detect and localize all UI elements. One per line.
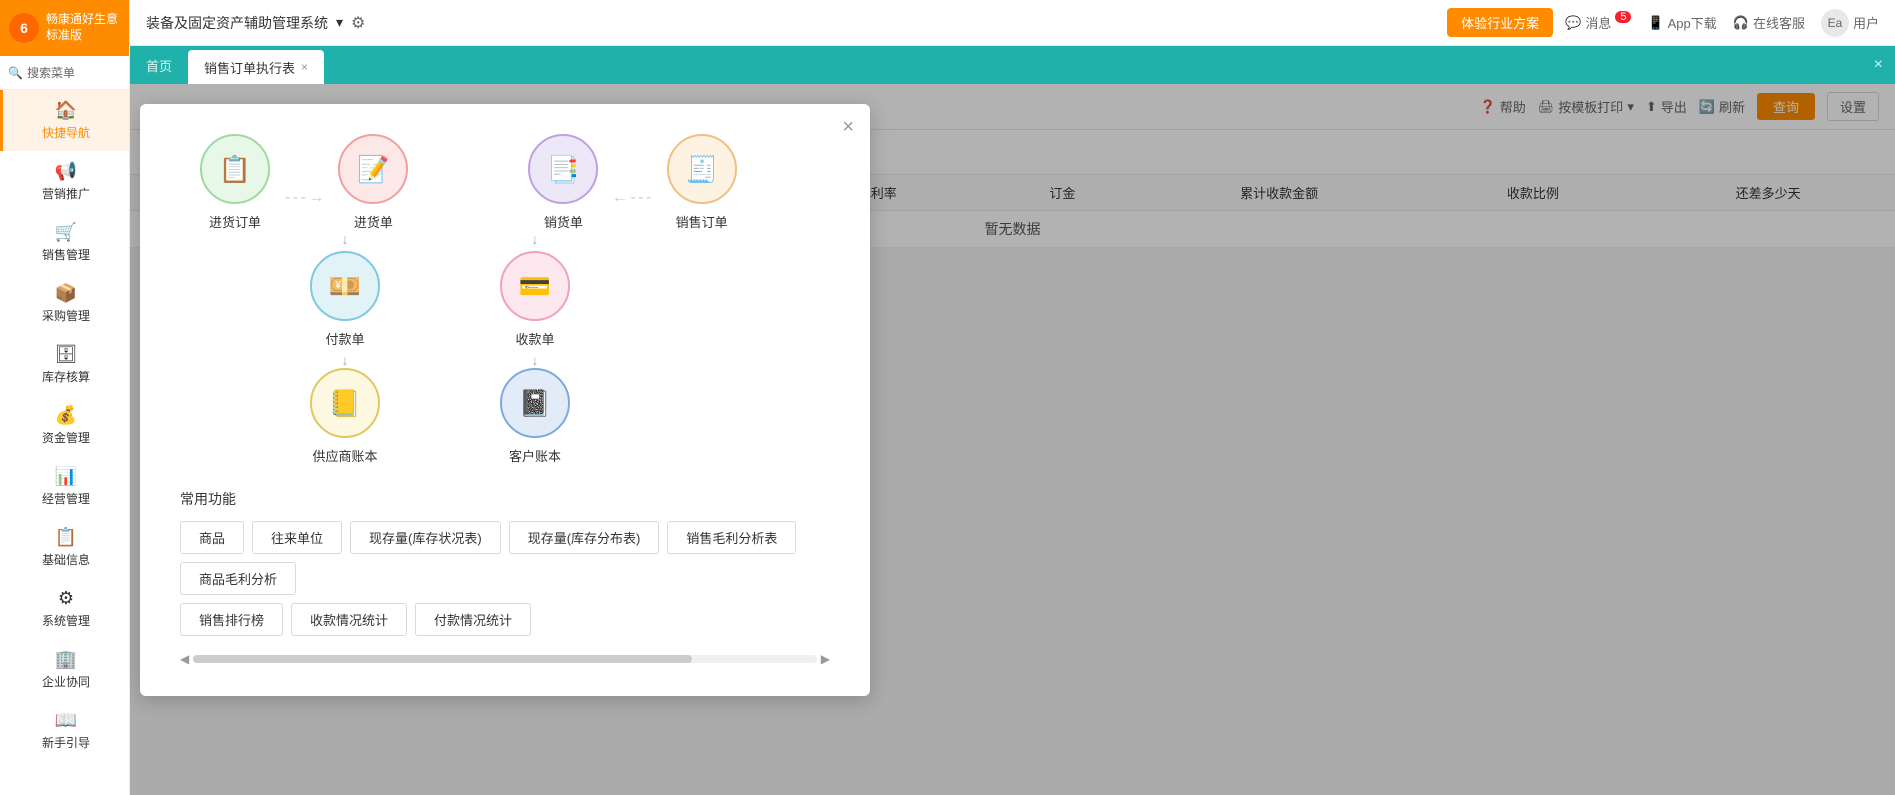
warehouse-icon: 🗄: [55, 344, 78, 365]
book-icon: 📖: [55, 710, 77, 731]
flow-row2: ↓ 💴 付款单 ↓ 📒 供应商账本: [180, 231, 830, 465]
flow-col-receipt: ↓ 💳 收款单 ↓ 📓 客户账本: [480, 231, 590, 465]
func-buttons: 商品 往来单位 现存量(库存状况表) 现存量(库存分布表) 销售毛利分析表 商品…: [180, 521, 830, 595]
message-badge: 5: [1615, 11, 1631, 23]
avatar: Ea: [1821, 9, 1849, 37]
logo-icon: 6: [8, 12, 40, 44]
gear-icon: ⚙: [58, 588, 74, 609]
common-funcs-title: 常用功能: [180, 489, 830, 509]
settings-icon[interactable]: ⚙: [351, 13, 365, 33]
svg-text:6: 6: [20, 20, 28, 36]
sales-bill-icon: 📑: [528, 134, 598, 204]
popup: × 📋 进货订单 - - - →: [140, 104, 870, 696]
func-buttons-row2: 销售排行榜 收款情况统计 付款情况统计: [180, 603, 830, 636]
sidebar-nav: 🏠 快捷导航 📢 营销推广 🛒 销售管理 📦 采购管理 🗄 库存核算 💰: [0, 90, 129, 795]
overlay: × 📋 进货订单 - - - →: [130, 84, 1895, 795]
sidebar-item-purchase[interactable]: 📦 采购管理: [0, 273, 129, 334]
tab-close-icon[interactable]: ×: [301, 60, 308, 74]
topbar: 装备及固定资产辅助管理系统 ▾ ⚙ 体验行业方案 💬 消息 5 📱 App下载: [130, 0, 1895, 46]
customer-ledger-icon[interactable]: 📓: [500, 368, 570, 438]
payment-bill-icon[interactable]: 💴: [310, 251, 380, 321]
func-btn-payment-stats[interactable]: 付款情况统计: [415, 603, 531, 636]
sidebar-item-basic-info[interactable]: 📋 基础信息: [0, 517, 129, 578]
flow-node-purchase-bill[interactable]: 📝 进货单: [338, 134, 408, 231]
sidebar-item-newbie[interactable]: 📖 新手引导: [0, 700, 129, 761]
sidebar-logo: 6 畅康通好生意 标准版: [0, 0, 129, 56]
tabbar: 首页 销售订单执行表 × ×: [130, 46, 1895, 84]
scrollbar-track[interactable]: [193, 655, 817, 663]
system-name: 装备及固定资产辅助管理系统: [146, 13, 328, 33]
home-icon: 🏠: [55, 100, 77, 121]
flow-node-sales-order[interactable]: 🧾 销售订单: [667, 134, 737, 231]
tab-sales-order-exec[interactable]: 销售订单执行表 ×: [188, 50, 324, 84]
sidebar-item-operations[interactable]: 📊 经营管理: [0, 456, 129, 517]
sidebar-item-quick-nav[interactable]: 🏠 快捷导航: [0, 90, 129, 151]
chevron-down-icon: ▾: [336, 14, 343, 31]
message-item[interactable]: 💬 消息 5: [1565, 13, 1631, 32]
common-funcs: 常用功能 商品 往来单位 现存量(库存状况表) 现存量(库存分布表) 销售毛利分…: [180, 489, 830, 636]
online-service-item[interactable]: 🎧 在线客服: [1733, 13, 1805, 32]
func-btn-goods-profit[interactable]: 商品毛利分析: [180, 562, 296, 595]
flow-col-payment: ↓ 💴 付款单 ↓ 📒 供应商账本: [290, 231, 400, 465]
topbar-right: 💬 消息 5 📱 App下载 🎧 在线客服 Ea 用户: [1565, 9, 1879, 37]
trial-btn[interactable]: 体验行业方案: [1447, 8, 1553, 37]
func-btn-sales-profit[interactable]: 销售毛利分析表: [667, 521, 796, 554]
megaphone-icon: 📢: [55, 161, 77, 182]
logo-text: 畅康通好生意 标准版: [46, 12, 118, 43]
sidebar-item-inventory[interactable]: 🗄 库存核算: [0, 334, 129, 395]
scroll-right-icon[interactable]: ▶: [821, 652, 830, 666]
clipboard-icon: 📋: [55, 527, 77, 548]
func-btn-counterparty[interactable]: 往来单位: [252, 521, 342, 554]
headset-icon: 🎧: [1733, 15, 1749, 31]
content-area: ❓ 帮助 🖨 按模板打印 ▾ ⬆ 导出 🔄: [130, 84, 1895, 795]
chart-icon: 📊: [55, 466, 77, 487]
sales-order-icon: 🧾: [667, 134, 737, 204]
phone-icon: 📱: [1647, 15, 1663, 31]
flow-node-purchase-order[interactable]: 📋 进货订单: [200, 134, 270, 231]
popup-close-btn[interactable]: ×: [842, 116, 854, 139]
app-download-item[interactable]: 📱 App下载: [1647, 13, 1716, 32]
func-btn-goods[interactable]: 商品: [180, 521, 244, 554]
arrow-purchase-order-to-bill: - - - →: [285, 189, 323, 231]
message-icon: 💬: [1565, 15, 1581, 31]
sidebar-item-marketing[interactable]: 📢 营销推广: [0, 151, 129, 212]
tabbar-close-button[interactable]: ×: [1874, 56, 1883, 74]
purchase-order-icon: 📋: [200, 134, 270, 204]
sidebar-item-sales[interactable]: 🛒 销售管理: [0, 212, 129, 273]
topbar-title: 装备及固定资产辅助管理系统 ▾ ⚙: [146, 13, 1435, 33]
func-btn-sales-rank[interactable]: 销售排行榜: [180, 603, 283, 636]
arrow-sales-order-to-bill: - - - →: [613, 189, 651, 231]
box-icon: 📦: [55, 283, 77, 304]
func-btn-stock-status[interactable]: 现存量(库存状况表): [350, 521, 501, 554]
search-icon: 🔍: [8, 66, 23, 80]
flow-diagram: 📋 进货订单 - - - → 📝 进货单: [180, 134, 830, 465]
topbar-dropdown[interactable]: ▾: [336, 14, 343, 31]
flow-node-sales-bill[interactable]: 📑 销货单: [528, 134, 598, 231]
main-content: 装备及固定资产辅助管理系统 ▾ ⚙ 体验行业方案 💬 消息 5 📱 App下载: [130, 0, 1895, 795]
sidebar-item-enterprise[interactable]: 🏢 企业协同: [0, 639, 129, 700]
purchase-bill-icon: 📝: [338, 134, 408, 204]
money-icon: 💰: [55, 405, 77, 426]
supplier-ledger-icon[interactable]: 📒: [310, 368, 380, 438]
tab-home[interactable]: 首页: [130, 46, 188, 84]
building-icon: 🏢: [55, 649, 77, 670]
func-btn-receipt-stats[interactable]: 收款情况统计: [291, 603, 407, 636]
cart-icon: 🛒: [55, 222, 77, 243]
sidebar-search[interactable]: 🔍 搜索菜单: [0, 56, 129, 90]
sidebar-item-system[interactable]: ⚙ 系统管理: [0, 578, 129, 639]
receipt-bill-icon[interactable]: 💳: [500, 251, 570, 321]
sidebar-item-finance[interactable]: 💰 资金管理: [0, 395, 129, 456]
sidebar: 6 畅康通好生意 标准版 🔍 搜索菜单 🏠 快捷导航 📢 营销推广 🛒: [0, 0, 130, 795]
popup-scrollbar: ◀ ▶: [180, 652, 830, 666]
user-item[interactable]: Ea 用户: [1821, 9, 1879, 37]
scrollbar-thumb: [193, 655, 692, 663]
func-btn-stock-dist[interactable]: 现存量(库存分布表): [509, 521, 660, 554]
scroll-left-icon[interactable]: ◀: [180, 652, 189, 666]
